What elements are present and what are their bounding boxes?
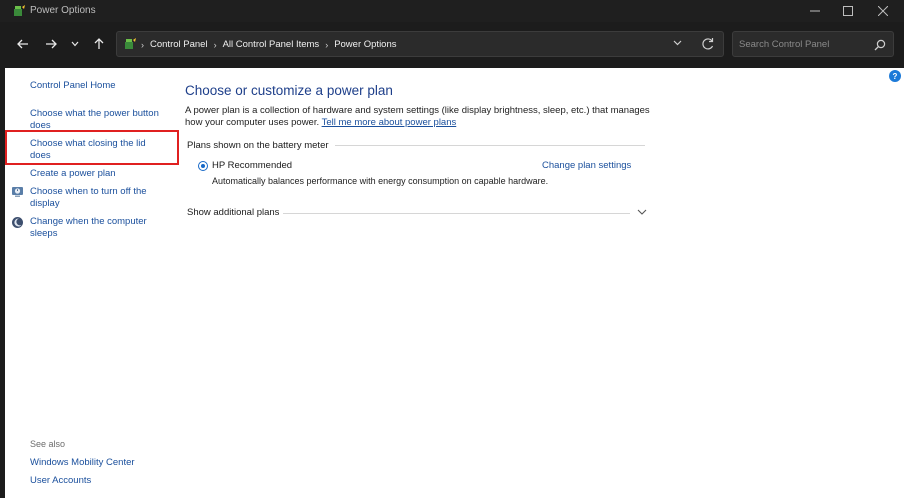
close-button[interactable] [866, 0, 900, 22]
power-options-icon [14, 5, 25, 16]
address-bar[interactable]: › Control Panel › All Control Panel Item… [116, 31, 724, 57]
moon-icon [12, 217, 23, 228]
navigation-bar: › Control Panel › All Control Panel Item… [0, 22, 904, 68]
see-also-heading: See also [30, 439, 66, 449]
page-description: A power plan is a collection of hardware… [185, 105, 655, 129]
breadcrumb-all-items[interactable]: All Control Panel Items [223, 39, 320, 50]
display-clock-icon [12, 187, 23, 197]
power-button-link[interactable]: Choose what the power button does [30, 108, 175, 132]
user-accounts-link[interactable]: User Accounts [30, 475, 91, 487]
search-box[interactable] [732, 31, 894, 57]
learn-more-link[interactable]: Tell me more about power plans [322, 117, 457, 128]
radio-selected-dot [201, 164, 205, 168]
back-button[interactable] [14, 35, 32, 53]
left-task-pane: Control Panel Home Choose what the power… [5, 68, 183, 498]
arrow-left-icon [17, 39, 28, 49]
maximize-button[interactable] [831, 0, 865, 22]
title-bar: Power Options [0, 0, 904, 22]
windows-mobility-center-link[interactable]: Windows Mobility Center [30, 457, 135, 469]
plans-section-label: Plans shown on the battery meter [187, 140, 329, 151]
breadcrumb-separator: › [213, 39, 217, 50]
create-power-plan-link[interactable]: Create a power plan [30, 168, 116, 180]
computer-sleeps-link[interactable]: Change when the computer sleeps [30, 216, 160, 240]
up-button[interactable] [90, 35, 108, 53]
recent-locations-button[interactable] [66, 35, 84, 53]
minimize-button[interactable] [798, 0, 832, 22]
main-pane: Choose or customize a power plan A power… [185, 68, 885, 498]
address-dropdown-button[interactable] [673, 38, 682, 49]
search-input[interactable] [739, 37, 869, 51]
window-title: Power Options [30, 5, 96, 16]
breadcrumb-separator: › [141, 39, 144, 50]
arrow-right-icon [46, 39, 57, 49]
help-icon[interactable]: ? [889, 70, 901, 82]
close-icon [878, 6, 888, 16]
closing-lid-link[interactable]: Choose what closing the lid does [30, 138, 160, 162]
page-title: Choose or customize a power plan [185, 83, 393, 98]
chevron-down-icon[interactable] [636, 207, 648, 217]
arrow-up-icon [94, 38, 104, 49]
plan-radio-hp-recommended[interactable] [198, 161, 208, 171]
refresh-button[interactable] [699, 35, 717, 53]
refresh-icon [702, 38, 714, 50]
show-additional-plans-toggle[interactable]: Show additional plans [187, 207, 279, 218]
maximize-icon [843, 6, 853, 16]
turn-off-display-link[interactable]: Choose when to turn off the display [30, 186, 160, 210]
section-divider [335, 145, 645, 146]
change-plan-settings-link[interactable]: Change plan settings [542, 160, 631, 171]
chevron-down-icon [673, 40, 682, 46]
additional-plans-divider [283, 213, 630, 214]
plan-description: Automatically balances performance with … [212, 176, 549, 186]
chevron-down-icon [71, 41, 79, 47]
control-panel-icon [125, 38, 136, 49]
breadcrumb-control-panel[interactable]: Control Panel [150, 39, 208, 50]
breadcrumb: › Control Panel › All Control Panel Item… [141, 39, 397, 50]
plan-name[interactable]: HP Recommended [212, 160, 292, 171]
content-area: Control Panel Home Choose what the power… [5, 68, 904, 498]
breadcrumb-separator: › [325, 39, 329, 50]
minimize-icon [810, 10, 820, 12]
breadcrumb-power-options[interactable]: Power Options [334, 39, 396, 50]
control-panel-home-link[interactable]: Control Panel Home [30, 80, 116, 92]
forward-button[interactable] [42, 35, 60, 53]
search-icon[interactable] [873, 38, 887, 52]
